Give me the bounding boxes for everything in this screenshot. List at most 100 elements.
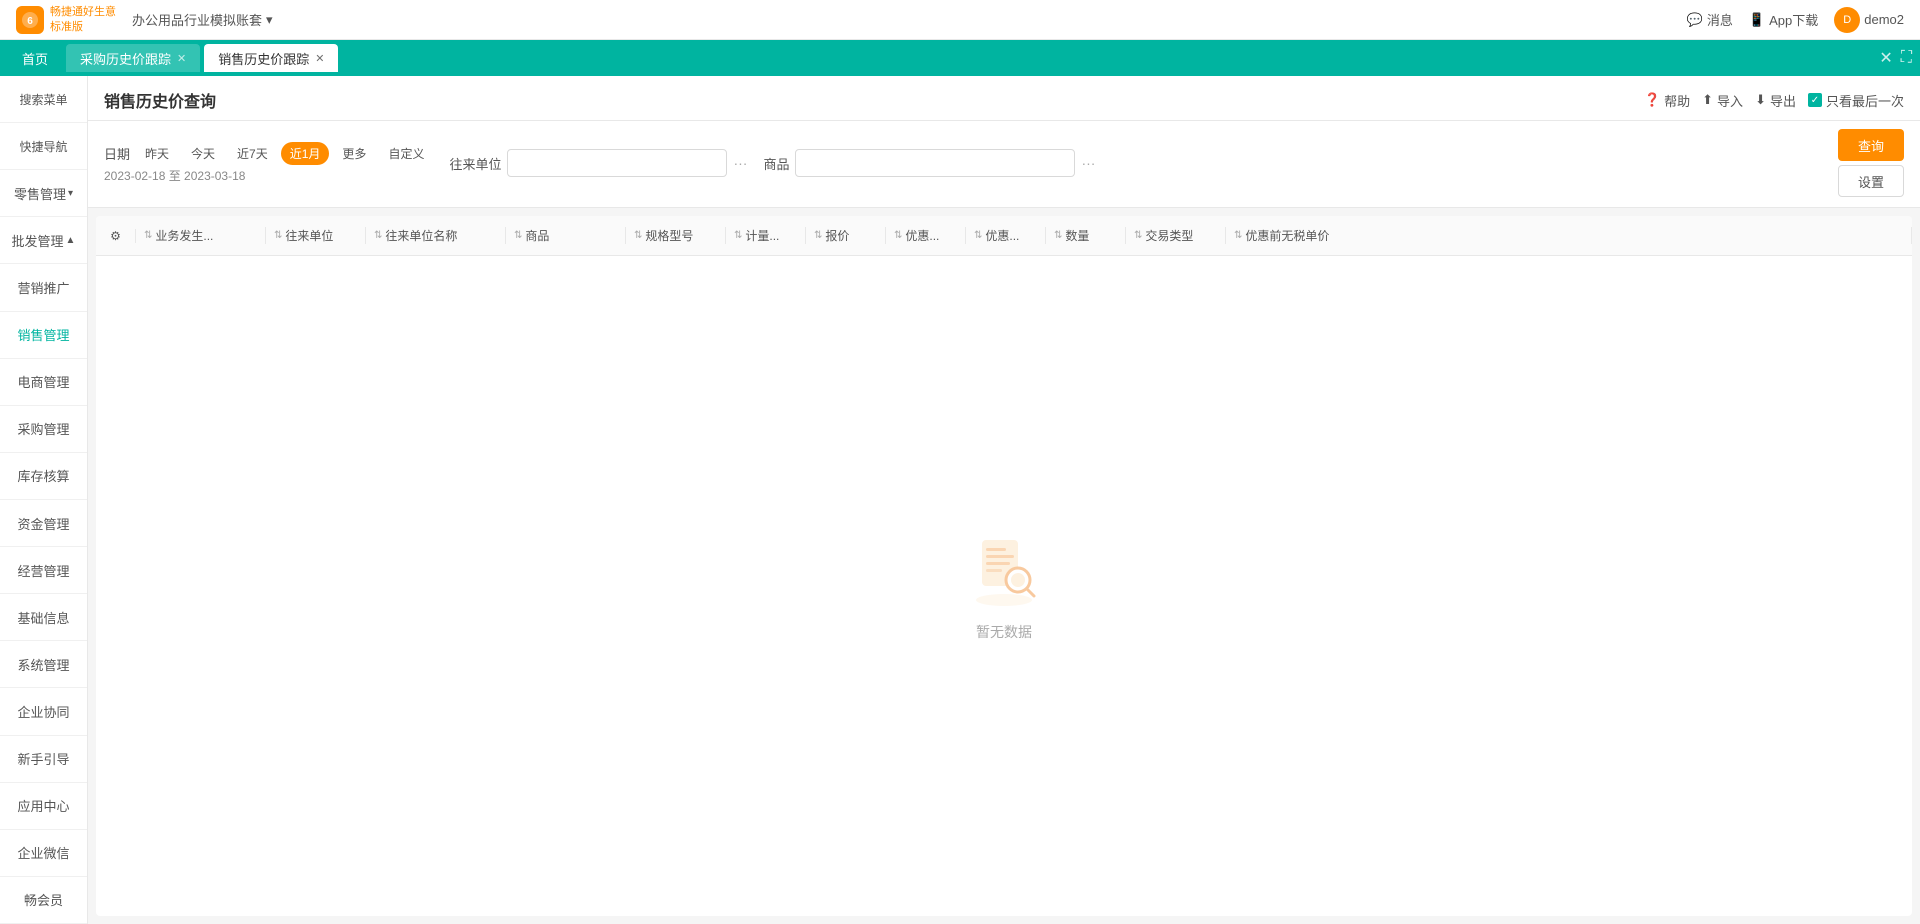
sidebar-item-purchase[interactable]: 采购管理 <box>0 406 87 453</box>
th-qty[interactable]: ⇅ 数量 <box>1046 227 1126 244</box>
tab-home[interactable]: 首页 <box>8 44 62 72</box>
import-button[interactable]: ⬆ 导入 <box>1702 91 1743 110</box>
sidebar: 搜索菜单 快捷导航 零售管理 ▾ 批发管理 ▲ 营销推广 销售管理 电商管理 采… <box>0 76 88 924</box>
close-all-tabs-icon[interactable]: ✕ <box>1879 48 1892 68</box>
sidebar-item-retail[interactable]: 零售管理 ▾ <box>0 170 87 217</box>
product-filter-dots[interactable]: ··· <box>1081 155 1095 171</box>
sort-unit-name-icon: ⇅ <box>374 230 382 241</box>
export-button[interactable]: ⬇ 导出 <box>1755 91 1796 110</box>
main-layout: 搜索菜单 快捷导航 零售管理 ▾ 批发管理 ▲ 营销推广 销售管理 电商管理 采… <box>0 76 1920 924</box>
sidebar-item-search[interactable]: 搜索菜单 <box>0 76 87 123</box>
tab-purchase-history[interactable]: 采购历史价跟踪 ✕ <box>66 44 200 72</box>
page-header-actions: ❓ 帮助 ⬆ 导入 ⬇ 导出 ✓ 只看最后一次 <box>1644 91 1904 110</box>
page-title: 销售历史价查询 <box>104 88 216 112</box>
th-notax-price[interactable]: ⇅ 优惠前无税单价 <box>1226 227 1912 244</box>
sidebar-item-sales-mgmt[interactable]: 销售管理 <box>0 312 87 359</box>
avatar: D <box>1834 7 1860 33</box>
date-filter-section: 日期 昨天 今天 近7天 近1月 更多 自定义 2023-02-18 至 202… <box>104 142 433 184</box>
sidebar-item-shortcut[interactable]: 快捷导航 <box>0 123 87 170</box>
th-unit-code[interactable]: ⇅ 往来单位 <box>266 227 366 244</box>
settings-button[interactable]: 设置 <box>1838 165 1904 197</box>
top-bar-left: 6 畅捷通好生意 标准版 办公用品行业模拟账套 ▾ <box>16 5 281 34</box>
th-quote[interactable]: ⇅ 报价 <box>806 227 886 244</box>
sort-measure-icon: ⇅ <box>734 230 742 241</box>
sidebar-item-marketing[interactable]: 营销推广 <box>0 264 87 311</box>
sidebar-item-guide[interactable]: 新手引导 <box>0 736 87 783</box>
unit-filter-label: 往来单位 <box>449 154 501 173</box>
date-filter-item: 日期 昨天 今天 近7天 近1月 更多 自定义 <box>104 142 433 165</box>
date-options: 昨天 今天 近7天 近1月 更多 自定义 <box>136 142 433 165</box>
close-sales-tab-icon[interactable]: ✕ <box>315 52 324 65</box>
chevron-down-icon: ▾ <box>266 12 273 28</box>
retail-arrow-icon: ▾ <box>68 188 73 199</box>
date-btn-more[interactable]: 更多 <box>333 142 375 165</box>
th-date[interactable]: ⇅ 业务发生... <box>136 227 266 244</box>
th-type[interactable]: ⇅ 交易类型 <box>1126 227 1226 244</box>
date-btn-today[interactable]: 今天 <box>182 142 224 165</box>
sidebar-item-app-center[interactable]: 应用中心 <box>0 783 87 830</box>
maximize-icon[interactable]: ⛶ <box>1901 49 1912 67</box>
query-button[interactable]: 查询 <box>1838 129 1904 161</box>
th-product[interactable]: ⇅ 商品 <box>506 227 626 244</box>
download-icon: 📱 <box>1749 12 1765 28</box>
sidebar-item-finance[interactable]: 资金管理 <box>0 500 87 547</box>
empty-text: 暂无数据 <box>976 622 1032 642</box>
date-btn-custom[interactable]: 自定义 <box>379 142 433 165</box>
product-filter-item: 商品 ··· <box>763 149 1095 177</box>
th-measure[interactable]: ⇅ 计量... <box>726 227 806 244</box>
logo-text: 畅捷通好生意 标准版 <box>50 5 116 34</box>
product-filter-label: 商品 <box>763 154 789 173</box>
sort-unit-code-icon: ⇅ <box>274 230 282 241</box>
sidebar-item-member[interactable]: 畅会员 <box>0 877 87 924</box>
help-button[interactable]: ❓ 帮助 <box>1644 91 1690 110</box>
message-icon: 💬 <box>1687 12 1703 28</box>
top-bar: 6 畅捷通好生意 标准版 办公用品行业模拟账套 ▾ 💬 消息 📱 App下载 D… <box>0 0 1920 40</box>
help-icon: ❓ <box>1644 92 1660 108</box>
sidebar-item-inventory[interactable]: 库存核算 <box>0 453 87 500</box>
sort-type-icon: ⇅ <box>1134 230 1142 241</box>
date-btn-1month[interactable]: 近1月 <box>281 142 330 165</box>
sort-qty-icon: ⇅ <box>1054 230 1062 241</box>
sidebar-item-system[interactable]: 系统管理 <box>0 641 87 688</box>
sidebar-item-enterprise[interactable]: 企业协同 <box>0 688 87 735</box>
table-body-empty: 暂无数据 <box>96 256 1912 916</box>
sidebar-item-wechat[interactable]: 企业微信 <box>0 830 87 877</box>
content-area: 销售历史价查询 ❓ 帮助 ⬆ 导入 ⬇ 导出 ✓ 只看最后一次 <box>88 76 1920 924</box>
sort-discount1-icon: ⇅ <box>894 230 902 241</box>
user-menu[interactable]: D demo2 <box>1834 7 1904 33</box>
sidebar-item-operations[interactable]: 经营管理 <box>0 547 87 594</box>
page-header: 销售历史价查询 ❓ 帮助 ⬆ 导入 ⬇ 导出 ✓ 只看最后一次 <box>88 76 1920 121</box>
date-range-display: 2023-02-18 至 2023-03-18 <box>104 167 245 184</box>
date-btn-yesterday[interactable]: 昨天 <box>136 142 178 165</box>
date-filter-label: 日期 <box>104 144 130 163</box>
svg-text:6: 6 <box>27 16 33 27</box>
app-name: 办公用品行业模拟账套 <box>132 10 262 29</box>
sidebar-item-basic-info[interactable]: 基础信息 <box>0 594 87 641</box>
filter-buttons: 查询 设置 <box>1838 129 1904 197</box>
checkbox-checked-icon: ✓ <box>1808 93 1822 107</box>
date-btn-7days[interactable]: 近7天 <box>228 142 277 165</box>
sidebar-item-wholesale[interactable]: 批发管理 ▲ <box>0 217 87 264</box>
unit-filter-dots[interactable]: ··· <box>733 155 747 171</box>
sort-spec-icon: ⇅ <box>634 230 642 241</box>
tab-sales-history[interactable]: 销售历史价跟踪 ✕ <box>204 44 338 72</box>
th-discount1[interactable]: ⇅ 优惠... <box>886 227 966 244</box>
th-spec[interactable]: ⇅ 规格型号 <box>626 227 726 244</box>
empty-state-icon <box>964 530 1044 610</box>
message-button[interactable]: 💬 消息 <box>1687 10 1733 29</box>
close-purchase-tab-icon[interactable]: ✕ <box>177 52 186 65</box>
unit-filter-input[interactable] <box>507 149 727 177</box>
sort-product-icon: ⇅ <box>514 230 522 241</box>
table-container: ⚙ ⇅ 业务发生... ⇅ 往来单位 ⇅ 往来单位名称 ⇅ 商品 <box>96 216 1912 916</box>
sidebar-item-ecommerce[interactable]: 电商管理 <box>0 359 87 406</box>
top-bar-right: 💬 消息 📱 App下载 D demo2 <box>1687 7 1904 33</box>
product-filter-input[interactable] <box>795 149 1075 177</box>
app-download-button[interactable]: 📱 App下载 <box>1749 10 1818 29</box>
table-header: ⚙ ⇅ 业务发生... ⇅ 往来单位 ⇅ 往来单位名称 ⇅ 商品 <box>96 216 1912 256</box>
only-last-checkbox[interactable]: ✓ 只看最后一次 <box>1808 91 1904 110</box>
th-unit-name[interactable]: ⇅ 往来单位名称 <box>366 227 506 244</box>
th-settings[interactable]: ⚙ <box>96 229 136 243</box>
app-selector[interactable]: 办公用品行业模拟账套 ▾ <box>124 6 281 33</box>
th-discount2[interactable]: ⇅ 优惠... <box>966 227 1046 244</box>
sort-quote-icon: ⇅ <box>814 230 822 241</box>
